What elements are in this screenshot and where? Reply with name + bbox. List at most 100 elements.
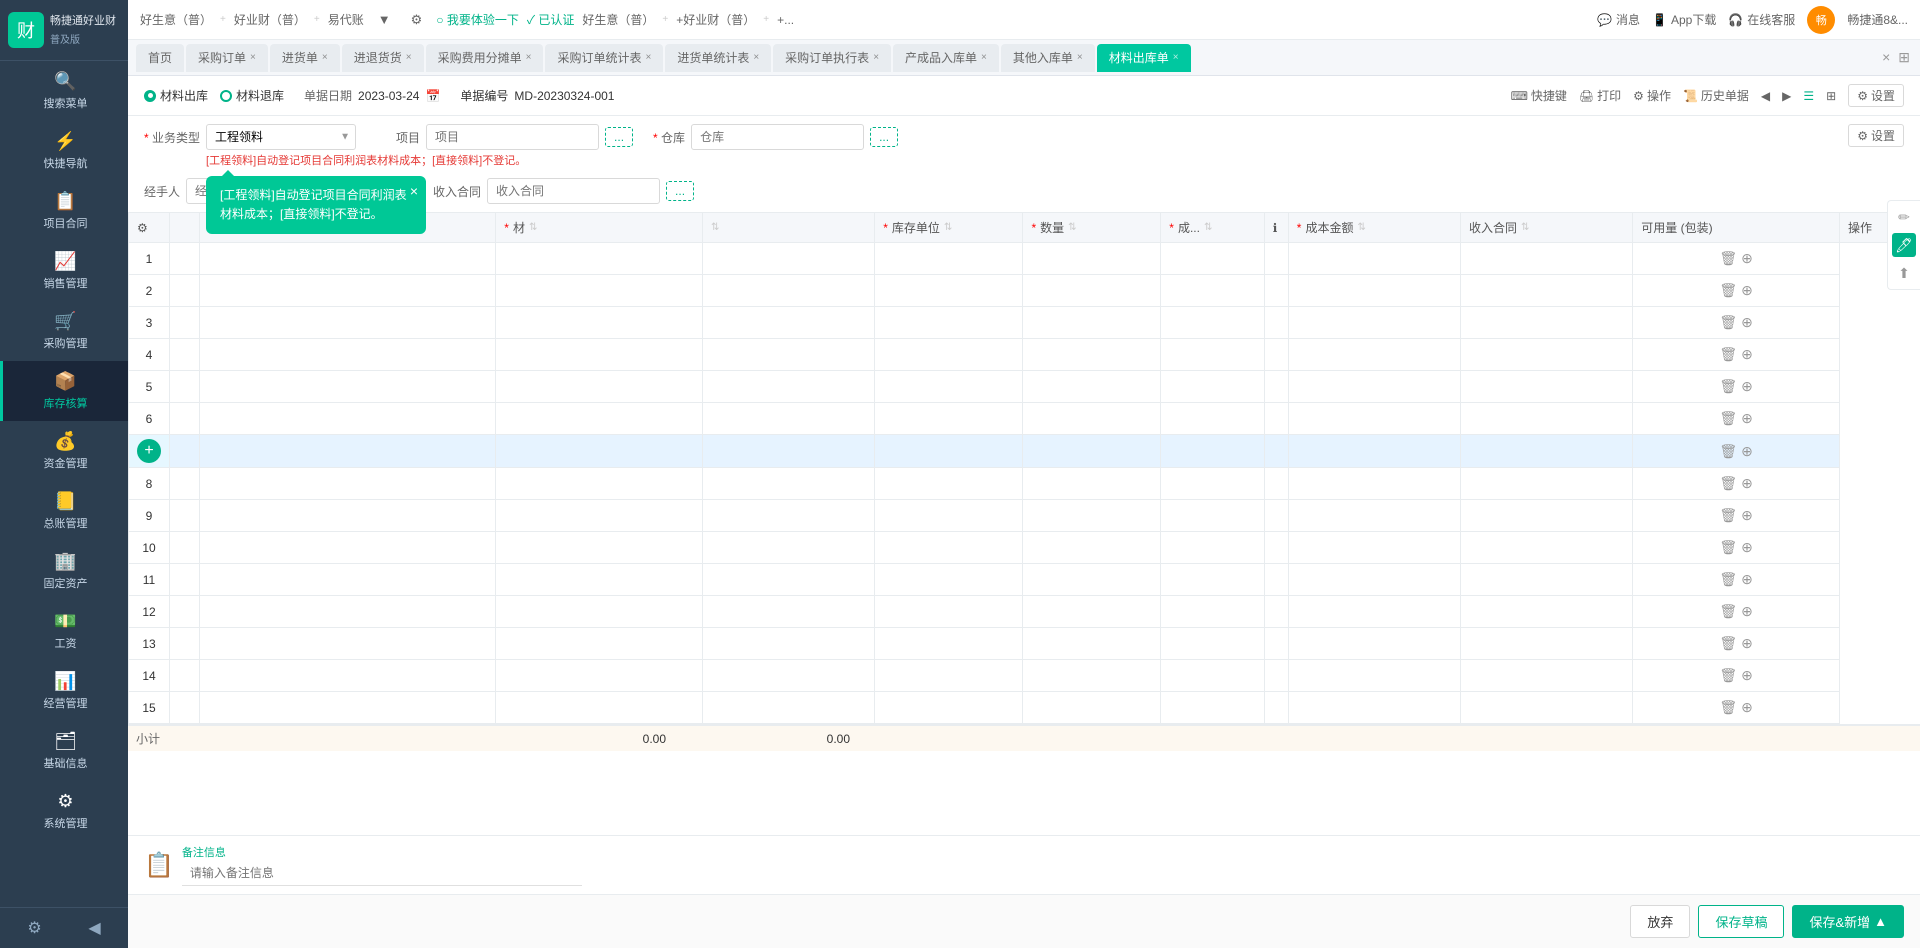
new-row-input-2[interactable] bbox=[208, 444, 487, 458]
row-2-copy-btn[interactable]: ⊕ bbox=[1741, 282, 1753, 299]
row-7-copy-btn[interactable]: ⊕ bbox=[1741, 443, 1753, 460]
tab-purchase-order[interactable]: 采购订单 × bbox=[186, 44, 268, 72]
row-2-spec[interactable] bbox=[496, 275, 703, 307]
row-1-spec[interactable] bbox=[496, 243, 703, 275]
row-2-income-contract[interactable] bbox=[1288, 275, 1460, 307]
nav-link-haoshengyi2[interactable]: 好生意（普） bbox=[582, 11, 654, 28]
tab-menu-btn[interactable]: ⊞ bbox=[1896, 47, 1912, 68]
row-8-copy-btn[interactable]: ⊕ bbox=[1741, 475, 1753, 492]
project-more-btn[interactable]: ... bbox=[605, 127, 633, 147]
form-settings-btn[interactable]: ⚙ 设置 bbox=[1848, 124, 1904, 147]
nav-settings-btn[interactable]: ⚙ bbox=[405, 10, 429, 30]
nav-online-service-btn[interactable]: 🎧 在线客服 bbox=[1728, 11, 1795, 28]
row-2-project[interactable] bbox=[170, 275, 200, 307]
tab-incoming-close[interactable]: × bbox=[322, 52, 328, 63]
radio-material-return[interactable]: 材料退库 bbox=[220, 87, 284, 104]
right-tool-upload-btn[interactable]: ⬆ bbox=[1892, 261, 1916, 285]
discard-btn[interactable]: 放弃 bbox=[1630, 905, 1690, 938]
tab-incoming-stats[interactable]: 进货单统计表 × bbox=[665, 44, 771, 72]
sidebar-item-sales[interactable]: 📈 销售管理 bbox=[0, 241, 128, 301]
row-12-copy-btn[interactable]: ⊕ bbox=[1741, 603, 1753, 620]
row-1-unit[interactable] bbox=[702, 243, 874, 275]
tab-other-storage-close[interactable]: × bbox=[1077, 52, 1083, 63]
right-tool-edit-btn[interactable]: 🖊 bbox=[1892, 233, 1916, 257]
nav-link-yidaizhang[interactable]: 易代账 bbox=[328, 11, 364, 28]
tab-material-out[interactable]: 材料出库单 × bbox=[1097, 44, 1191, 72]
sidebar-item-basic-info[interactable]: 🗂 基础信息 bbox=[0, 721, 128, 781]
income-contract-more-btn[interactable]: ... bbox=[666, 181, 694, 201]
print-btn[interactable]: 🖨 打印 bbox=[1579, 87, 1621, 104]
tab-purchase-order-close[interactable]: × bbox=[250, 52, 256, 63]
sidebar-item-operations[interactable]: 📊 经营管理 bbox=[0, 661, 128, 721]
row-14-delete-btn[interactable]: 🗑 bbox=[1719, 667, 1737, 684]
warehouse-input[interactable] bbox=[691, 124, 864, 150]
row-2-unit[interactable] bbox=[702, 275, 874, 307]
sidebar-item-fixed-assets[interactable]: 🏢 固定资产 bbox=[0, 541, 128, 601]
row-2-cost-amount[interactable] bbox=[1264, 275, 1288, 307]
tooltip-close-btn[interactable]: × bbox=[410, 180, 418, 202]
row-2-material[interactable] bbox=[200, 275, 496, 307]
right-tool-annotate-btn[interactable]: ✏ bbox=[1892, 205, 1916, 229]
nav-next-btn[interactable]: ▶ bbox=[1782, 89, 1791, 103]
row-6-delete-btn[interactable]: 🗑 bbox=[1719, 410, 1737, 427]
business-type-select[interactable]: 工程领料 直接领料 bbox=[206, 124, 356, 150]
tab-purchase-stats-close[interactable]: × bbox=[645, 52, 651, 63]
tab-purchase-exec-close[interactable]: × bbox=[873, 52, 879, 63]
row-13-delete-btn[interactable]: 🗑 bbox=[1719, 635, 1737, 652]
row-15-copy-btn[interactable]: ⊕ bbox=[1741, 699, 1753, 716]
sidebar-item-salary[interactable]: 💵 工资 bbox=[0, 601, 128, 661]
tab-close-all-btn[interactable]: × bbox=[1880, 47, 1892, 68]
save-new-dropdown-icon[interactable]: ▲ bbox=[1874, 914, 1887, 929]
tab-other-storage[interactable]: 其他入库单 × bbox=[1001, 44, 1095, 72]
income-contract-input[interactable] bbox=[487, 178, 660, 204]
sidebar-item-accounting[interactable]: 📒 总账管理 bbox=[0, 481, 128, 541]
tab-material-out-close[interactable]: × bbox=[1173, 52, 1179, 63]
new-row-input-1[interactable] bbox=[178, 444, 191, 458]
view-list-btn[interactable]: ☰ bbox=[1803, 89, 1814, 103]
nav-experience-btn[interactable]: ○ 我要体验一下 bbox=[436, 11, 519, 28]
tab-product-storage[interactable]: 产成品入库单 × bbox=[893, 44, 999, 72]
save-new-btn[interactable]: 保存&新增 ▲ bbox=[1792, 905, 1904, 938]
tab-purchase-stats[interactable]: 采购订单统计表 × bbox=[545, 44, 663, 72]
nav-username[interactable]: 畅捷通8&... bbox=[1847, 11, 1908, 28]
row-4-copy-btn[interactable]: ⊕ bbox=[1741, 346, 1753, 363]
nav-link-more[interactable]: +... bbox=[777, 13, 794, 27]
row-11-copy-btn[interactable]: ⊕ bbox=[1741, 571, 1753, 588]
row-5-copy-btn[interactable]: ⊕ bbox=[1741, 378, 1753, 395]
row-1-qty[interactable] bbox=[875, 243, 1023, 275]
row-1-cost-amount[interactable] bbox=[1264, 243, 1288, 275]
row-8-delete-btn[interactable]: 🗑 bbox=[1719, 475, 1737, 492]
row-4-delete-btn[interactable]: 🗑 bbox=[1719, 346, 1737, 363]
nav-link-haoyecai[interactable]: 好业财（普） bbox=[234, 11, 306, 28]
sidebar-item-funds[interactable]: 💰 资金管理 bbox=[0, 421, 128, 481]
user-avatar[interactable]: 畅 bbox=[1807, 6, 1835, 34]
row-1-copy-btn[interactable]: ⊕ bbox=[1741, 250, 1753, 267]
row-1-income-contract[interactable] bbox=[1288, 243, 1460, 275]
tab-purchase-expense[interactable]: 采购费用分摊单 × bbox=[426, 44, 544, 72]
project-input[interactable] bbox=[426, 124, 599, 150]
shortcut-btn[interactable]: ⌨ 快捷键 bbox=[1511, 87, 1567, 104]
radio-material-out[interactable]: 材料出库 bbox=[144, 87, 208, 104]
row-2-qty[interactable] bbox=[875, 275, 1023, 307]
sidebar-settings-btn[interactable]: ⚙ bbox=[27, 918, 41, 938]
row-15-delete-btn[interactable]: 🗑 bbox=[1719, 699, 1737, 716]
row-6-copy-btn[interactable]: ⊕ bbox=[1741, 410, 1753, 427]
row-1-cost[interactable] bbox=[1023, 243, 1161, 275]
operation-btn[interactable]: ⚙ 操作 bbox=[1633, 87, 1671, 104]
th-settings[interactable]: ⚙ bbox=[129, 213, 170, 243]
row-1-project[interactable] bbox=[170, 243, 200, 275]
view-card-btn[interactable]: ⊞ bbox=[1826, 89, 1836, 103]
calendar-icon[interactable]: 📅 bbox=[425, 89, 440, 103]
row-3-copy-btn[interactable]: ⊕ bbox=[1741, 314, 1753, 331]
history-btn[interactable]: 📜 历史单据 bbox=[1683, 87, 1749, 104]
tab-incoming[interactable]: 进货单 × bbox=[270, 44, 340, 72]
tab-incoming-return[interactable]: 进退货货 × bbox=[342, 44, 424, 72]
row-1-delete-btn[interactable]: 🗑 bbox=[1719, 250, 1737, 267]
add-row-btn[interactable]: + bbox=[137, 439, 161, 463]
row-11-delete-btn[interactable]: 🗑 bbox=[1719, 571, 1737, 588]
row-9-copy-btn[interactable]: ⊕ bbox=[1741, 507, 1753, 524]
sidebar-item-quick-nav[interactable]: ⚡ 快捷导航 bbox=[0, 121, 128, 181]
row-2-available[interactable] bbox=[1461, 275, 1633, 307]
row-12-delete-btn[interactable]: 🗑 bbox=[1719, 603, 1737, 620]
nav-message-btn[interactable]: 💬 消息 bbox=[1597, 11, 1640, 28]
